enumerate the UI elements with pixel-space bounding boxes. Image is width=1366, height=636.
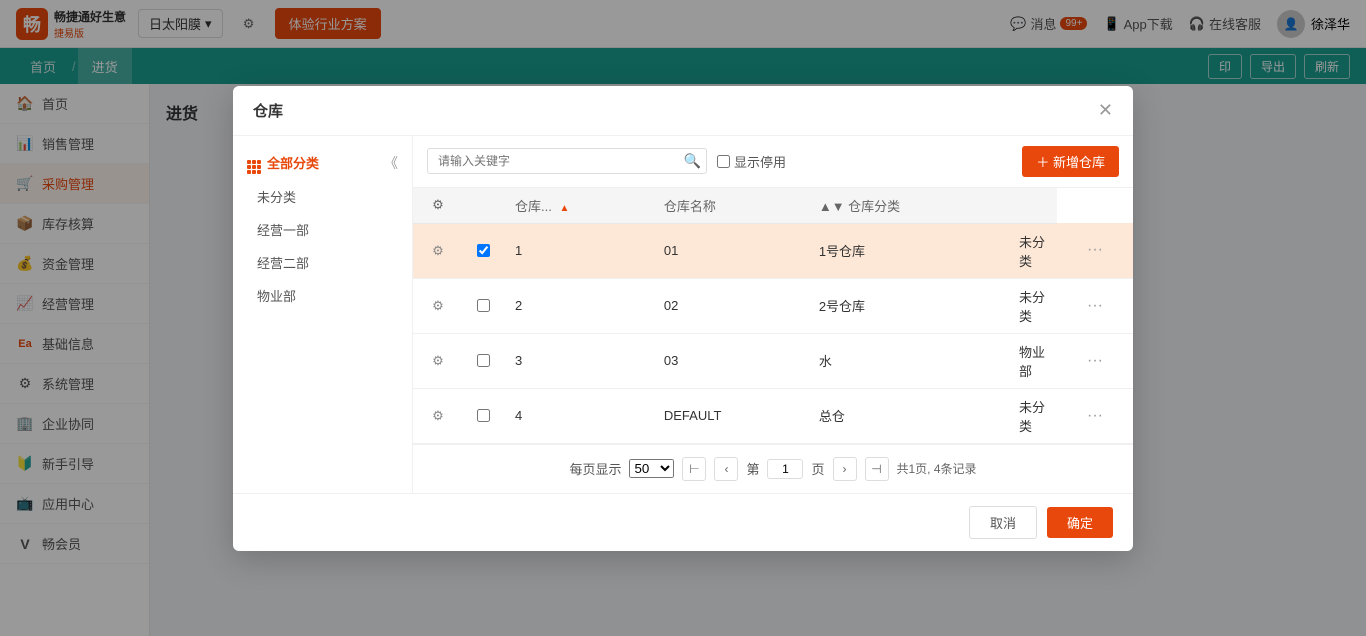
category-header[interactable]: 全部分类 《 bbox=[233, 146, 412, 180]
warehouse-modal: 仓库 ✕ 全部分类 bbox=[233, 86, 1133, 551]
row-checkbox[interactable] bbox=[477, 244, 490, 257]
row-checkbox[interactable] bbox=[477, 354, 490, 367]
row-settings-icon[interactable]: ⚙ bbox=[425, 298, 451, 314]
table-header-row: ⚙ 仓库... ▲ 仓库名称 ▲▼ 仓库分类 bbox=[413, 188, 1133, 224]
col-name: 仓库名称 bbox=[652, 188, 807, 224]
table-body: ⚙ 1 01 1号仓库 未分类 ··· ⚙ 2 02 2号仓库 未分类 ··· … bbox=[413, 223, 1133, 443]
row-checkbox[interactable] bbox=[477, 409, 490, 422]
modal-header: 仓库 ✕ bbox=[233, 86, 1133, 136]
row-category: 未分类 bbox=[1007, 388, 1057, 443]
row-num: 3 bbox=[503, 333, 652, 388]
collapse-icon[interactable]: 《 bbox=[384, 153, 398, 173]
row-num: 4 bbox=[503, 388, 652, 443]
row-num: 1 bbox=[503, 223, 652, 278]
last-page-btn[interactable]: ⊣ bbox=[865, 457, 889, 481]
sort-icon: ▲ bbox=[559, 203, 569, 214]
row-category: 未分类 bbox=[1007, 223, 1057, 278]
search-input[interactable] bbox=[427, 148, 707, 174]
row-category: 未分类 bbox=[1007, 278, 1057, 333]
category-item[interactable]: 经营一部 bbox=[233, 213, 412, 246]
table-row[interactable]: ⚙ 2 02 2号仓库 未分类 ··· bbox=[413, 278, 1133, 333]
row-name: 总仓 bbox=[807, 388, 1007, 443]
row-name: 1号仓库 bbox=[807, 223, 1007, 278]
next-page-btn[interactable]: › bbox=[833, 457, 857, 481]
row-code: 03 bbox=[652, 333, 807, 388]
col-actions bbox=[1007, 188, 1057, 224]
category-item[interactable]: 经营二部 bbox=[233, 246, 412, 279]
sort-icon-category: ▲▼ bbox=[819, 199, 845, 214]
grid-icon bbox=[247, 152, 261, 174]
row-settings-icon[interactable]: ⚙ bbox=[425, 353, 451, 369]
table-row[interactable]: ⚙ 4 DEFAULT 总仓 未分类 ··· bbox=[413, 388, 1133, 443]
row-settings-icon[interactable]: ⚙ bbox=[425, 408, 451, 424]
modal-title: 仓库 bbox=[253, 100, 283, 121]
category-panel: 全部分类 《 未分类经营一部经营二部物业部 bbox=[233, 136, 413, 493]
col-code: 仓库... ▲ bbox=[503, 188, 652, 224]
first-page-btn[interactable]: ⊢ bbox=[682, 457, 706, 481]
row-category: 物业部 bbox=[1007, 333, 1057, 388]
category-items: 未分类经营一部经营二部物业部 bbox=[233, 180, 412, 312]
cancel-button[interactable]: 取消 bbox=[969, 506, 1037, 539]
row-code: 02 bbox=[652, 278, 807, 333]
row-actions[interactable]: ··· bbox=[1057, 278, 1133, 333]
col-settings: ⚙ bbox=[413, 188, 463, 224]
col-category: ▲▼ 仓库分类 bbox=[807, 188, 1007, 224]
row-checkbox[interactable] bbox=[477, 299, 490, 312]
per-page-select[interactable]: 102050100 bbox=[629, 459, 674, 478]
row-name: 2号仓库 bbox=[807, 278, 1007, 333]
page-input[interactable] bbox=[767, 459, 803, 479]
show-disabled-checkbox[interactable]: 显示停用 bbox=[717, 152, 786, 171]
search-icon[interactable]: 🔍 bbox=[684, 153, 701, 170]
modal-close-button[interactable]: ✕ bbox=[1098, 100, 1113, 121]
confirm-button[interactable]: 确定 bbox=[1047, 507, 1113, 538]
warehouse-table: ⚙ 仓库... ▲ 仓库名称 ▲▼ 仓库分类 bbox=[413, 188, 1133, 444]
page-info: 共1页, 4条记录 bbox=[897, 460, 977, 477]
all-category-title: 全部分类 bbox=[247, 152, 319, 174]
row-actions[interactable]: ··· bbox=[1057, 223, 1133, 278]
col-checkbox bbox=[463, 188, 503, 224]
table-row[interactable]: ⚙ 1 01 1号仓库 未分类 ··· bbox=[413, 223, 1133, 278]
table-row[interactable]: ⚙ 3 03 水 物业部 ··· bbox=[413, 333, 1133, 388]
prev-page-btn[interactable]: ‹ bbox=[714, 457, 738, 481]
row-code: DEFAULT bbox=[652, 388, 807, 443]
modal-body: 全部分类 《 未分类经营一部经营二部物业部 🔍 显示停用 bbox=[233, 136, 1133, 493]
search-input-wrap: 🔍 bbox=[427, 148, 707, 174]
modal-footer: 取消 确定 bbox=[233, 493, 1133, 551]
table-panel: 🔍 显示停用 ＋ 新增仓库 ⚙ bbox=[413, 136, 1133, 493]
row-settings-icon[interactable]: ⚙ bbox=[425, 243, 451, 259]
pagination: 每页显示 102050100 ⊢ ‹ 第 页 › ⊣ 共1页, 4条记录 bbox=[413, 444, 1133, 493]
row-num: 2 bbox=[503, 278, 652, 333]
add-warehouse-button[interactable]: ＋ 新增仓库 bbox=[1022, 146, 1119, 177]
row-name: 水 bbox=[807, 333, 1007, 388]
category-item[interactable]: 未分类 bbox=[233, 180, 412, 213]
row-code: 01 bbox=[652, 223, 807, 278]
table-container: ⚙ 仓库... ▲ 仓库名称 ▲▼ 仓库分类 bbox=[413, 188, 1133, 444]
row-actions[interactable]: ··· bbox=[1057, 388, 1133, 443]
table-toolbar: 🔍 显示停用 ＋ 新增仓库 bbox=[413, 136, 1133, 188]
row-actions[interactable]: ··· bbox=[1057, 333, 1133, 388]
category-item[interactable]: 物业部 bbox=[233, 279, 412, 312]
